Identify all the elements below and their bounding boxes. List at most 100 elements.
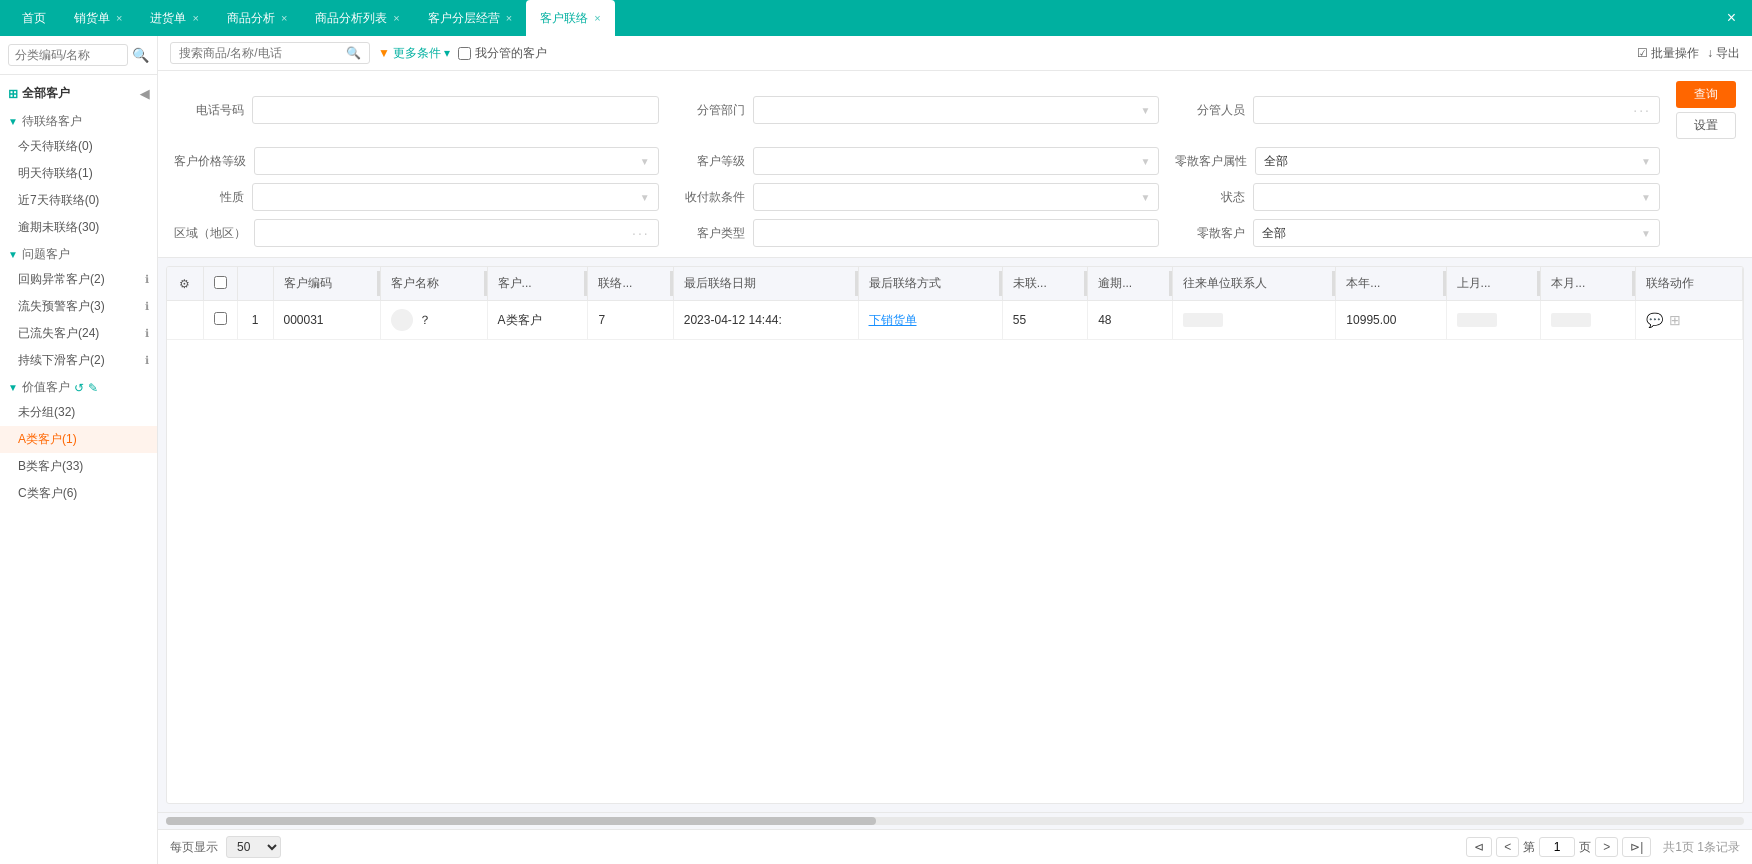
close-all-btn[interactable]: × [1719, 9, 1744, 27]
col-no-contact[interactable]: 未联... [1002, 267, 1087, 301]
more-filter-btn[interactable]: ▼ 更多条件 ▾ [378, 45, 450, 62]
col-customer-name[interactable]: 客户名称 [380, 267, 487, 301]
filter-input-person[interactable]: ··· [1253, 96, 1660, 124]
page-size-select[interactable]: 50 100 200 [226, 836, 281, 858]
sidebar-item-declining[interactable]: 持续下滑客户(2) ℹ [0, 347, 157, 374]
sidebar-item-class-b[interactable]: B类客户(33) [0, 453, 157, 480]
row-customer-code[interactable]: 000031 [273, 301, 380, 340]
row-select-checkbox[interactable] [214, 312, 227, 325]
sidebar-group-value[interactable]: ▼ 价值客户 ↺ ✎ [0, 374, 157, 399]
col-customer-code[interactable]: 客户编码 [273, 267, 380, 301]
sidebar-item-churned[interactable]: 已流失客户(24) ℹ [0, 320, 157, 347]
sidebar-item-class-a[interactable]: A类客户(1) [0, 426, 157, 453]
nav-customer-contact[interactable]: 客户联络 × [526, 0, 614, 36]
sidebar-search-container: 🔍 [0, 36, 157, 75]
col-this-year[interactable]: 本年... [1336, 267, 1446, 301]
my-customer-checkbox-container[interactable]: 我分管的客户 [458, 45, 547, 62]
sidebar-item-tomorrow-contact[interactable]: 明天待联络(1) [0, 160, 157, 187]
sidebar-item-churn-warning[interactable]: 流失预警客户(3) ℹ [0, 293, 157, 320]
close-sales-tab[interactable]: × [116, 12, 122, 24]
edit-icon[interactable]: ✎ [88, 381, 98, 395]
sidebar-item-abnormal[interactable]: 回购异常客户(2) ℹ [0, 266, 157, 293]
close-product-analysis-tab[interactable]: × [281, 12, 287, 24]
filter-input-payment[interactable]: ▼ [753, 183, 1160, 211]
col-last-date[interactable]: 最后联络日期 [673, 267, 858, 301]
filter-search-input[interactable] [179, 46, 342, 60]
nav-sales[interactable]: 销货单 × [60, 0, 136, 36]
next-page-btn[interactable]: > [1595, 837, 1618, 857]
last-month-placeholder [1457, 313, 1497, 327]
filter-input-nature[interactable]: ▼ [252, 183, 659, 211]
close-product-list-tab[interactable]: × [393, 12, 399, 24]
nav-product-analysis[interactable]: 商品分析 × [213, 0, 301, 36]
nav-product-list[interactable]: 商品分析列表 × [301, 0, 413, 36]
table-row: 1 000031 ？ A类客户 [167, 301, 1743, 340]
sidebar-item-class-c[interactable]: C类客户(6) [0, 480, 157, 507]
nav-purchase[interactable]: 进货单 × [136, 0, 212, 36]
sidebar-all-customers[interactable]: ⊞ 全部客户 ◀ [0, 79, 157, 108]
filter-input-region[interactable]: ··· [254, 219, 659, 247]
sidebar-collapse-btn[interactable]: ◀ [140, 87, 149, 101]
filter-search-box[interactable]: 🔍 [170, 42, 370, 64]
filter-input-status[interactable]: ▼ [1253, 183, 1660, 211]
sidebar-item-overdue-contact[interactable]: 逾期未联络(30) [0, 214, 157, 241]
last-page-btn[interactable]: ⊳| [1622, 837, 1651, 857]
row-checkbox[interactable] [203, 301, 237, 340]
col-settings[interactable]: ⚙ [167, 267, 203, 301]
refresh-icon[interactable]: ↺ [74, 381, 84, 395]
page-input[interactable] [1539, 837, 1575, 857]
link-icon[interactable]: ⊞ [1669, 312, 1681, 328]
filter-label-dept: 分管部门 [675, 102, 745, 119]
row-last-date: 2023-04-12 14:44: [673, 301, 858, 340]
col-checkbox[interactable] [203, 267, 237, 301]
col-overdue[interactable]: 逾期... [1088, 267, 1173, 301]
close-customer-tier-tab[interactable]: × [506, 12, 512, 24]
filter-label-retail-attr: 零散客户属性 [1175, 153, 1247, 170]
info-icon-declining: ℹ [145, 354, 149, 367]
sidebar-group-problem[interactable]: ▼ 问题客户 [0, 241, 157, 266]
scrollbar-thumb[interactable] [166, 817, 876, 825]
select-all-checkbox[interactable] [214, 276, 227, 289]
filter-input-retail-attr[interactable]: 全部 ▼ [1255, 147, 1660, 175]
col-last-month[interactable]: 上月... [1446, 267, 1541, 301]
filter-input-customer-grade[interactable]: ▼ [753, 147, 1160, 175]
sidebar-search-input[interactable] [8, 44, 128, 66]
prev-page-btn[interactable]: < [1496, 837, 1519, 857]
col-company-contact[interactable]: 往来单位联系人 [1173, 267, 1336, 301]
close-customer-contact-tab[interactable]: × [594, 12, 600, 24]
col-this-month[interactable]: 本月... [1541, 267, 1636, 301]
my-customer-checkbox[interactable] [458, 47, 471, 60]
nav-customer-tier[interactable]: 客户分层经营 × [414, 0, 526, 36]
filter-input-customer-type[interactable] [753, 219, 1160, 247]
filter-search-icon[interactable]: 🔍 [346, 46, 361, 60]
row-last-method[interactable]: 下销货单 [858, 301, 1002, 340]
first-page-btn[interactable]: ⊲ [1466, 837, 1492, 857]
close-purchase-tab[interactable]: × [192, 12, 198, 24]
filter-input-price-grade[interactable]: ▼ [254, 147, 659, 175]
row-settings [167, 301, 203, 340]
row-customer-name[interactable]: ？ [380, 301, 487, 340]
comment-icon[interactable]: 💬 [1646, 312, 1663, 328]
sidebar-search-icon[interactable]: 🔍 [132, 47, 149, 63]
row-num: 1 [237, 301, 273, 340]
col-contact-count[interactable]: 联络... [588, 267, 673, 301]
sidebar-group-pending[interactable]: ▼ 待联络客户 [0, 108, 157, 133]
filter-toolbar: 🔍 ▼ 更多条件 ▾ 我分管的客户 ☑ 批量操作 ↓ 导出 [158, 36, 1752, 71]
col-customer-type[interactable]: 客户... [487, 267, 588, 301]
settings-btn[interactable]: 设置 [1676, 112, 1736, 139]
main-layout: 🔍 ⊞ 全部客户 ◀ ▼ 待联络客户 今天待联络(0) 明天待联络(1) 近7天… [0, 36, 1752, 864]
sidebar-item-today-contact[interactable]: 今天待联络(0) [0, 133, 157, 160]
export-btn[interactable]: ↓ 导出 [1707, 45, 1740, 62]
batch-op-btn[interactable]: ☑ 批量操作 [1637, 45, 1699, 62]
query-btn[interactable]: 查询 [1676, 81, 1736, 108]
sidebar-item-ungroup[interactable]: 未分组(32) [0, 399, 157, 426]
nav-home[interactable]: 首页 [8, 0, 60, 36]
filter-input-retail-customer[interactable]: 全部 ▼ [1253, 219, 1660, 247]
horizontal-scrollbar[interactable] [158, 812, 1752, 829]
sidebar-content: ⊞ 全部客户 ◀ ▼ 待联络客户 今天待联络(0) 明天待联络(1) 近7天待联… [0, 75, 157, 864]
filter-input-dept[interactable]: ▼ [753, 96, 1160, 124]
arrow-down-icon: ▼ [8, 116, 18, 127]
filter-input-phone[interactable] [252, 96, 659, 124]
col-last-method[interactable]: 最后联络方式 [858, 267, 1002, 301]
sidebar-item-week-contact[interactable]: 近7天待联络(0) [0, 187, 157, 214]
